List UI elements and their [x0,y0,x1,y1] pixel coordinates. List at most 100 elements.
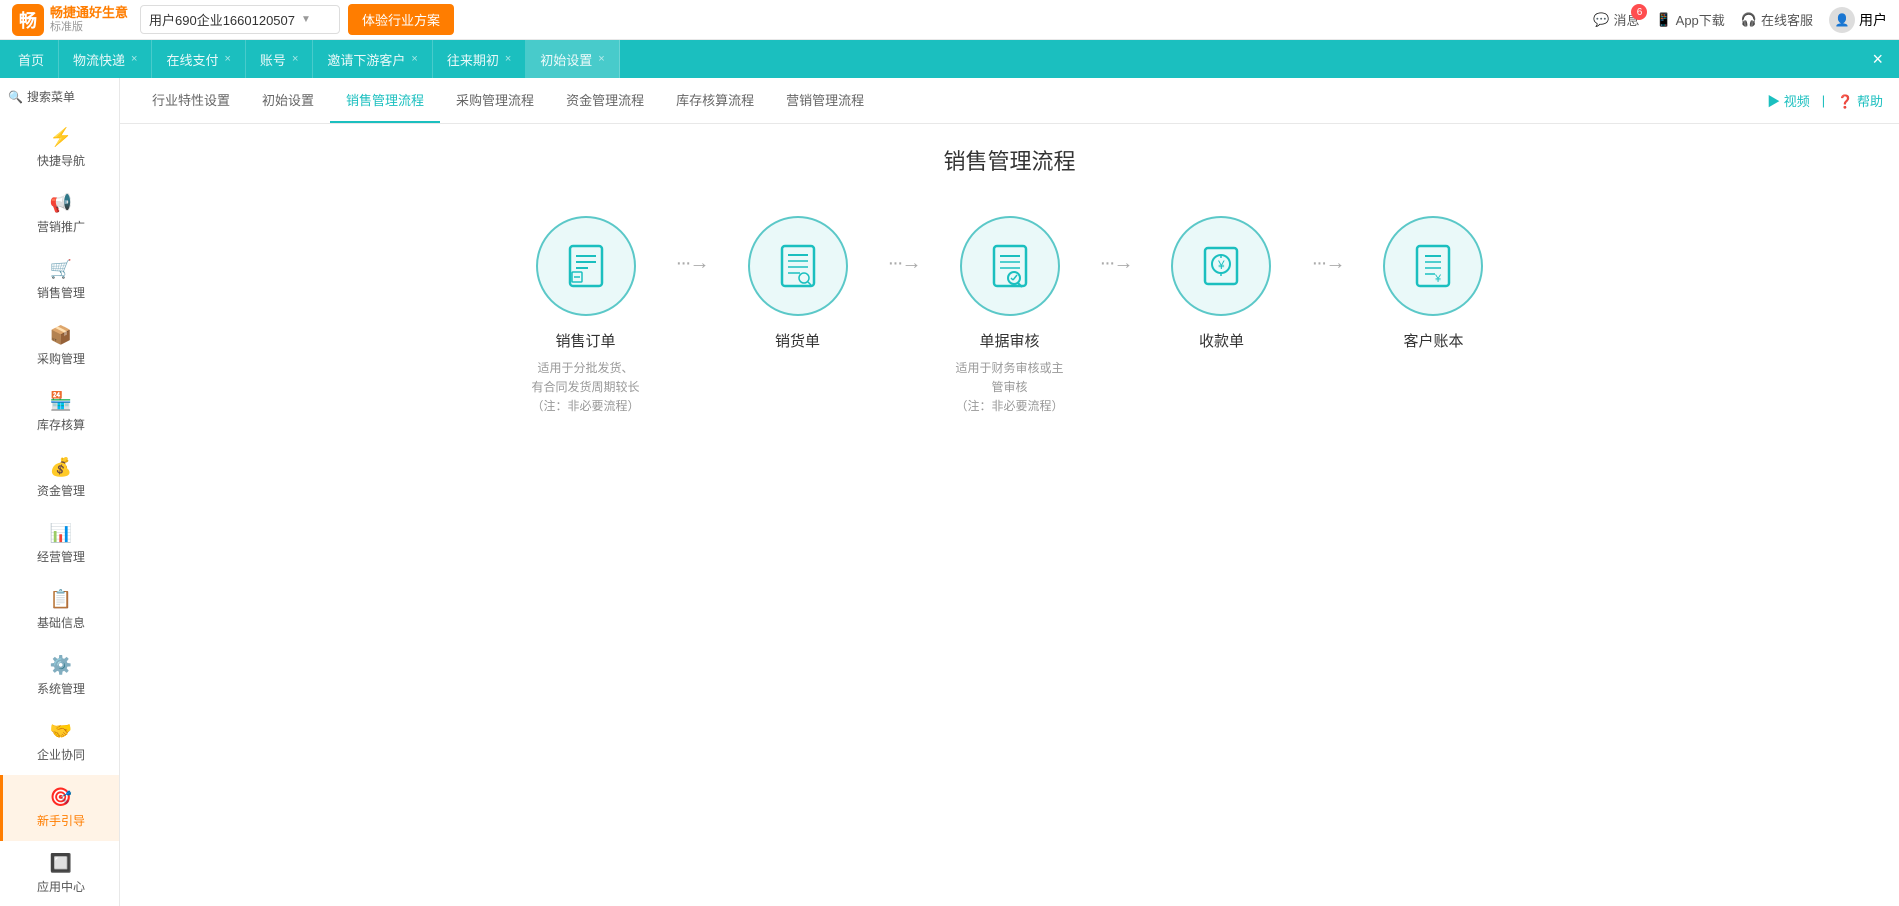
sidebar-item-label: 销售管理 [37,284,85,301]
avatar: 👤 [1829,7,1855,33]
sidebar-item-label: 库存核算 [37,416,85,433]
nav-tab-logistics[interactable]: 物流快递 × [59,40,152,78]
sidebar-item-label: 经营管理 [37,548,85,565]
logo-sub: 标准版 [50,21,128,34]
megaphone-icon: 📢 [50,193,72,214]
sidebar-item-operations[interactable]: 📊 经营管理 [0,511,119,577]
nav-tab-init[interactable]: 初始设置 × [526,40,619,78]
content-area: 行业特性设置 初始设置 销售管理流程 采购管理流程 资金管理流程 库存核算流程 [120,78,1899,906]
store-icon: 🏪 [50,391,72,412]
nav-tab-period[interactable]: 往来期初 × [433,40,526,78]
sidebar-item-apps[interactable]: 🔲 应用中心 [0,841,119,906]
close-icon[interactable]: × [411,53,417,65]
lightning-icon: ⚡ [50,127,72,148]
sub-tab-purchase-flow[interactable]: 采购管理流程 [440,78,550,123]
handshake-icon: 🤝 [50,721,72,742]
sub-tabs-right: ▶ 视频 | ❓ 帮助 [1767,91,1883,110]
logo-title: 畅捷通好生意 [50,5,128,21]
sidebar: 🔍 搜索菜单 ⚡ 快捷导航 📢 营销推广 🛒 销售管理 📦 采购管理 🏪 库存核… [0,78,120,906]
user-area[interactable]: 👤 用户 [1829,7,1887,33]
main-layout: 🔍 搜索菜单 ⚡ 快捷导航 📢 营销推广 🛒 销售管理 📦 采购管理 🏪 库存核… [0,78,1899,906]
play-icon: ▶ [1767,94,1780,109]
nav-tab-home-label: 首页 [18,50,44,69]
flow-step-sales-order: 销售订单 适用于分批发货、有合同发货周期较长（注：非必要流程） [496,216,676,417]
nav-tab-invite[interactable]: 邀请下游客户 × [313,40,432,78]
sidebar-item-label: 资金管理 [37,482,85,499]
flow-step-review: 单据审核 适用于财务审核或主管审核（注：非必要流程） [920,216,1100,417]
close-icon[interactable]: × [224,53,230,65]
sub-tabs-left: 行业特性设置 初始设置 销售管理流程 采购管理流程 资金管理流程 库存核算流程 [136,78,880,123]
search-icon: 🔍 [8,90,23,104]
close-icon[interactable]: × [505,53,511,65]
sidebar-item-inventory[interactable]: 🏪 库存核算 [0,379,119,445]
company-label: 用户690企业1660120507 [149,10,295,29]
sub-tab-industry[interactable]: 行业特性设置 [136,78,246,123]
page-content: 销售管理流程 销售订单 [120,124,1899,906]
nav-tab-invite-label: 邀请下游客户 [327,50,405,69]
sub-tab-inventory-flow[interactable]: 库存核算流程 [660,78,770,123]
nav-tab-init-label: 初始设置 [540,50,592,69]
logo-area: 畅 畅捷通好生意 标准版 [12,4,132,36]
sidebar-item-label: 营销推广 [37,218,85,235]
nav-tabs: 首页 物流快递 × 在线支付 × 账号 × 邀请下游客户 × 往来期初 × 初始… [0,40,1899,78]
sidebar-item-label: 应用中心 [37,878,85,895]
sidebar-item-guide[interactable]: 🎯 新手引导 [0,775,119,841]
sidebar-item-marketing[interactable]: 📢 营销推广 [0,181,119,247]
company-select[interactable]: 用户690企业1660120507 ▼ [140,5,340,34]
close-icon[interactable]: × [292,53,298,65]
sub-tab-sales-flow[interactable]: 销售管理流程 [330,78,440,123]
close-icon[interactable]: × [131,53,137,65]
sub-tabs: 行业特性设置 初始设置 销售管理流程 采购管理流程 资金管理流程 库存核算流程 [120,78,1899,124]
message-badge: 6 [1631,4,1647,20]
sidebar-item-system[interactable]: ⚙️ 系统管理 [0,643,119,709]
sidebar-item-basic[interactable]: 📋 基础信息 [0,577,119,643]
flow-arrow-3: ···→ [1100,216,1132,275]
svg-text:¥: ¥ [1434,273,1442,285]
sidebar-item-purchase[interactable]: 📦 采购管理 [0,313,119,379]
trial-button[interactable]: 体验行业方案 [348,4,454,35]
nav-tab-home[interactable]: 首页 [8,40,59,78]
sidebar-item-sales[interactable]: 🛒 销售管理 [0,247,119,313]
headset-icon: 🎧 [1741,12,1757,28]
close-all-button[interactable]: × [1864,49,1891,70]
nav-tab-account[interactable]: 账号 × [246,40,313,78]
money-icon: 💰 [50,457,72,478]
message-item[interactable]: 💬 消息 6 [1593,10,1639,29]
sidebar-item-label: 新手引导 [37,812,85,829]
sidebar-item-label: 企业协同 [37,746,85,763]
sidebar-item-finance[interactable]: 💰 资金管理 [0,445,119,511]
app-download-item[interactable]: 📱 App下载 [1655,10,1724,29]
flow-circle-review [960,216,1060,316]
flow-step-name: 单据审核 [979,330,1039,351]
flow-diagram: 销售订单 适用于分批发货、有合同发货周期较长（注：非必要流程） ···→ [140,216,1879,417]
search-menu[interactable]: 🔍 搜索菜单 [0,78,119,115]
chart-icon: 📊 [50,523,72,544]
sub-tab-finance-flow[interactable]: 资金管理流程 [550,78,660,123]
flow-step-desc: 适用于分批发货、有合同发货周期较长（注：非必要流程） [532,359,640,417]
download-icon: 📱 [1655,12,1671,28]
flow-circle-invoice [748,216,848,316]
top-bar: 畅 畅捷通好生意 标准版 用户690企业1660120507 ▼ 体验行业方案 … [0,0,1899,40]
sidebar-item-enterprise[interactable]: 🤝 企业协同 [0,709,119,775]
sidebar-item-quick[interactable]: ⚡ 快捷导航 [0,115,119,181]
close-icon[interactable]: × [598,53,604,65]
sidebar-item-label: 采购管理 [37,350,85,367]
logo-icon: 畅 [12,4,44,36]
question-icon: ❓ [1837,94,1853,109]
service-label: 在线客服 [1761,10,1813,29]
sub-tab-init[interactable]: 初始设置 [246,78,330,123]
app-label: App下载 [1676,10,1725,29]
search-menu-label: 搜索菜单 [27,88,75,105]
help-btn[interactable]: ❓ 帮助 [1837,91,1883,110]
video-help-btn[interactable]: ▶ 视频 [1767,91,1810,110]
online-service-item[interactable]: 🎧 在线客服 [1741,10,1813,29]
target-icon: 🎯 [50,787,72,808]
flow-step-name: 客户账本 [1403,330,1463,351]
nav-tab-payment[interactable]: 在线支付 × [152,40,245,78]
sub-tab-marketing-flow[interactable]: 营销管理流程 [770,78,880,123]
flow-step-receipt: ¥ 收款单 [1131,216,1311,359]
user-label: 用户 [1859,10,1887,30]
flow-step-ledger: ¥ 客户账本 [1343,216,1523,359]
nav-tab-logistics-label: 物流快递 [73,50,125,69]
nav-tab-period-label: 往来期初 [447,50,499,69]
